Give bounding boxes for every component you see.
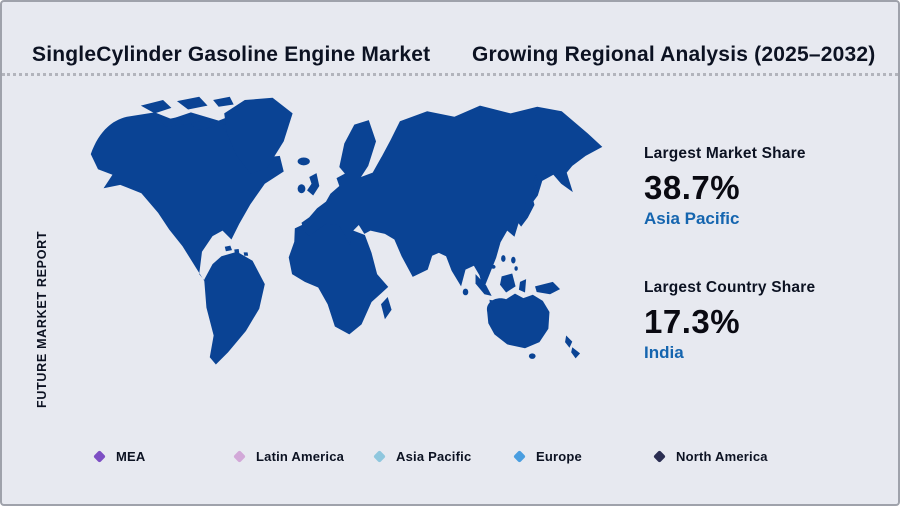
legend-label: North America	[676, 449, 768, 464]
map-tasmania	[528, 353, 536, 359]
stat-value: 17.3%	[644, 303, 741, 340]
legend-item-europe: Europe	[513, 449, 582, 464]
map-ireland	[297, 184, 306, 194]
map-australia	[486, 293, 550, 349]
legend-item-north-america: North America	[653, 449, 768, 464]
stat-region: India	[644, 343, 684, 362]
map-sulawesi	[518, 279, 527, 293]
legend-dot-icon	[653, 450, 666, 463]
map-sri-lanka	[462, 288, 469, 296]
legend-dot-icon	[93, 450, 106, 463]
dotted-divider	[2, 73, 898, 76]
map-new-zealand	[565, 335, 581, 359]
map-africa	[288, 219, 389, 335]
map-new-guinea	[535, 281, 561, 295]
stat-label: Largest Market Share	[644, 145, 806, 162]
map-philippines-south	[514, 266, 518, 271]
stat-region: Asia Pacific	[644, 209, 740, 228]
stat-largest-country-share: Largest Country Share 17.3% India	[644, 279, 884, 363]
world-map-landmass	[90, 96, 603, 365]
stat-largest-market-share: Largest Market Share 38.7% Asia Pacific	[644, 145, 884, 229]
map-hainan	[491, 264, 496, 269]
legend-dot-icon	[373, 450, 386, 463]
stat-label: Largest Country Share	[644, 279, 816, 296]
world-map-svg	[90, 96, 603, 365]
legend-item-latin-america: Latin America	[233, 449, 345, 464]
page-title: SingleCylinder Gasoline Engine Market	[32, 43, 431, 66]
stat-value: 38.7%	[644, 169, 741, 206]
legend-item-asia-pacific: Asia Pacific	[373, 449, 472, 464]
legend-item-mea: MEA	[93, 449, 146, 464]
map-south-america	[204, 251, 265, 365]
legend-label: Europe	[536, 449, 582, 464]
map-taiwan	[501, 255, 506, 262]
map-borneo	[499, 273, 516, 293]
world-map	[88, 90, 644, 408]
infographic-canvas: SingleCylinder Gasoline Engine Market Gr…	[0, 0, 900, 506]
legend-label: Latin America	[256, 449, 345, 464]
map-madagascar	[381, 296, 392, 320]
page-subtitle: Growing Regional Analysis (2025–2032)	[472, 43, 876, 66]
legend-dot-icon	[233, 450, 246, 463]
map-united-kingdom	[307, 173, 320, 196]
brand-watermark: FUTURE MARKET REPORT	[35, 230, 49, 408]
map-philippines-north	[511, 256, 516, 264]
stats-panel: Largest Market Share 38.7% Asia Pacific …	[644, 145, 884, 363]
legend-label: MEA	[116, 449, 146, 464]
legend-label: Asia Pacific	[396, 449, 472, 464]
map-iceland	[297, 157, 310, 166]
legend-dot-icon	[513, 450, 526, 463]
